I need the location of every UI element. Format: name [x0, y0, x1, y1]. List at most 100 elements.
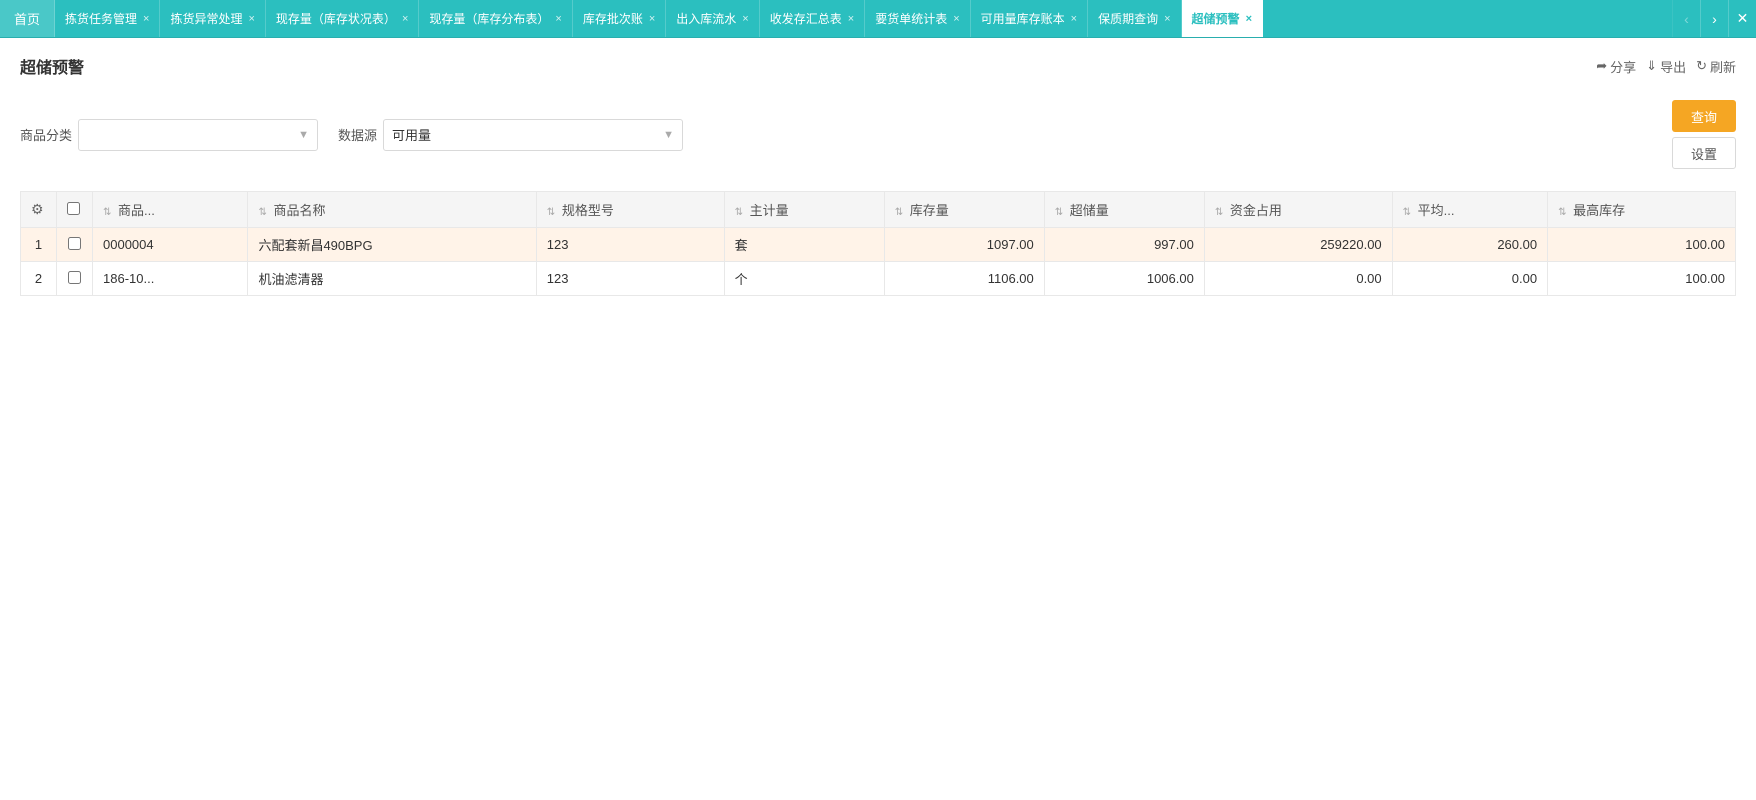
sort-max-icon: ⇅ [1558, 207, 1566, 218]
page-content: 超储预警 ➦ 分享 ⇓ 导出 ↻ 刷新 商品分类 ▼ 数据源 [0, 38, 1756, 312]
th-spec[interactable]: ⇅ 规格型号 [536, 192, 724, 228]
th-stock-label: 库存量 [910, 203, 949, 218]
filter-datasource: 数据源 可用量 ▼ [338, 119, 683, 151]
nav-tab-tab8[interactable]: 要货单统计表 × [865, 0, 970, 38]
nav-tab-label: 库存批次账 [583, 10, 643, 27]
nav-tab-close[interactable]: × [1071, 13, 1077, 25]
nav-tab-close[interactable]: × [953, 13, 959, 25]
datasource-value: 可用量 [392, 125, 431, 144]
nav-tab-close[interactable]: × [649, 13, 655, 25]
nav-tab-tab1[interactable]: 拣货任务管理 × [55, 0, 160, 38]
query-button[interactable]: 查询 [1672, 100, 1736, 132]
nav-tab-tab9[interactable]: 可用量库存账本 × [971, 0, 1088, 38]
nav-tab-close[interactable]: × [402, 13, 408, 25]
nav-tab-label: 现存量（库存分布表） [429, 10, 549, 27]
category-select[interactable]: ▼ [78, 119, 318, 151]
th-max[interactable]: ⇅ 最高库存 [1548, 192, 1736, 228]
nav-tab-label: 可用量库存账本 [981, 10, 1065, 27]
select-all-checkbox[interactable] [67, 202, 80, 215]
th-over[interactable]: ⇅ 超储量 [1044, 192, 1204, 228]
nav-tab-close[interactable]: × [248, 13, 254, 25]
nav-tab-close[interactable]: × [848, 13, 854, 25]
th-gear: ⚙ [21, 192, 57, 228]
nav-tab-label: 拣货任务管理 [65, 10, 137, 27]
cell-code: 186-10... [93, 262, 248, 296]
nav-tab-tab2[interactable]: 拣货异常处理 × [160, 0, 265, 38]
row-checkbox[interactable] [68, 237, 81, 250]
nav-expand-button[interactable]: ✕ [1728, 0, 1756, 38]
nav-tab-label: 拣货异常处理 [170, 10, 242, 27]
nav-tab-tab5[interactable]: 库存批次账 × [573, 0, 666, 38]
sort-unit-icon: ⇅ [735, 207, 743, 218]
th-capital[interactable]: ⇅ 资金占用 [1204, 192, 1392, 228]
sort-spec-icon: ⇅ [547, 207, 555, 218]
nav-tab-tab4[interactable]: 现存量（库存分布表） × [419, 0, 572, 38]
nav-tab-label: 出入库流水 [676, 10, 736, 27]
th-capital-label: 资金占用 [1230, 203, 1282, 218]
column-settings-icon[interactable]: ⚙ [31, 201, 44, 217]
cell-stock: 1097.00 [884, 228, 1044, 262]
nav-tab-tab3[interactable]: 现存量（库存状况表）× [266, 0, 419, 38]
sort-capital-icon: ⇅ [1215, 207, 1223, 218]
th-name-label: 商品名称 [273, 203, 325, 218]
header-row: ⚙ ⇅ 商品... ⇅ 商品名称 ⇅ 规格型号 ⇅ [21, 192, 1736, 228]
filter-category: 商品分类 ▼ [20, 119, 318, 151]
th-over-label: 超储量 [1070, 203, 1109, 218]
nav-prev-button[interactable]: ‹ [1672, 0, 1700, 38]
nav-tab-label: 收发存汇总表 [770, 10, 842, 27]
th-stock[interactable]: ⇅ 库存量 [884, 192, 1044, 228]
nav-tab-tab10[interactable]: 保质期查询× [1088, 0, 1181, 38]
row-num: 1 [21, 228, 57, 262]
th-max-label: 最高库存 [1573, 203, 1625, 218]
row-checkbox-cell [57, 262, 93, 296]
refresh-link[interactable]: ↻ 刷新 [1696, 57, 1736, 76]
export-link[interactable]: ⇓ 导出 [1646, 57, 1686, 76]
home-label: 首页 [14, 9, 40, 28]
th-unit[interactable]: ⇅ 主计量 [724, 192, 884, 228]
cell-stock: 1106.00 [884, 262, 1044, 296]
cell-max: 100.00 [1548, 228, 1736, 262]
th-code[interactable]: ⇅ 商品... [93, 192, 248, 228]
datasource-label: 数据源 [338, 125, 377, 144]
refresh-icon: ↻ [1696, 58, 1707, 74]
cell-capital: 259220.00 [1204, 228, 1392, 262]
nav-tab-close[interactable]: × [1164, 13, 1170, 25]
datasource-select[interactable]: 可用量 ▼ [383, 119, 683, 151]
share-icon: ➦ [1596, 58, 1607, 74]
table-row: 1 0000004 六配套新昌490BPG 123 套 1097.00 997.… [21, 228, 1736, 262]
row-num: 2 [21, 262, 57, 296]
nav-tab-label: 要货单统计表 [875, 10, 947, 27]
th-checkbox [57, 192, 93, 228]
th-spec-label: 规格型号 [562, 203, 614, 218]
nav-tab-tab6[interactable]: 出入库流水 × [666, 0, 759, 38]
th-name[interactable]: ⇅ 商品名称 [248, 192, 536, 228]
share-link[interactable]: ➦ 分享 [1596, 57, 1636, 76]
share-label: 分享 [1610, 57, 1636, 76]
nav-home[interactable]: 首页 [0, 0, 55, 38]
page-title: 超储预警 [20, 54, 84, 78]
refresh-label: 刷新 [1710, 57, 1736, 76]
nav-tab-close[interactable]: × [742, 13, 748, 25]
cell-over: 1006.00 [1044, 262, 1204, 296]
nav-tab-close[interactable]: × [1246, 13, 1252, 25]
row-checkbox[interactable] [68, 271, 81, 284]
nav-tab-tab11[interactable]: 超储预警× [1182, 0, 1263, 38]
nav-tab-tab7[interactable]: 收发存汇总表 × [760, 0, 865, 38]
cell-code: 0000004 [93, 228, 248, 262]
filter-row: 商品分类 ▼ 数据源 可用量 ▼ 查询 设置 [20, 92, 1736, 177]
cell-avg: 260.00 [1392, 228, 1547, 262]
cell-name: 六配套新昌490BPG [248, 228, 536, 262]
sort-stock-icon: ⇅ [895, 207, 903, 218]
cell-unit: 个 [724, 262, 884, 296]
nav-arrows: ‹ › ✕ [1672, 0, 1756, 38]
nav-tab-close[interactable]: × [555, 13, 561, 25]
category-dropdown-icon: ▼ [298, 129, 309, 141]
top-nav: 首页 拣货任务管理×拣货异常处理×现存量（库存状况表）×现存量（库存分布表）×库… [0, 0, 1756, 38]
nav-next-button[interactable]: › [1700, 0, 1728, 38]
settings-button[interactable]: 设置 [1672, 137, 1736, 169]
table-row: 2 186-10... 机油滤清器 123 个 1106.00 1006.00 … [21, 262, 1736, 296]
th-avg[interactable]: ⇅ 平均... [1392, 192, 1547, 228]
nav-tab-close[interactable]: × [143, 13, 149, 25]
page-header: 超储预警 ➦ 分享 ⇓ 导出 ↻ 刷新 [20, 54, 1736, 78]
cell-name: 机油滤清器 [248, 262, 536, 296]
